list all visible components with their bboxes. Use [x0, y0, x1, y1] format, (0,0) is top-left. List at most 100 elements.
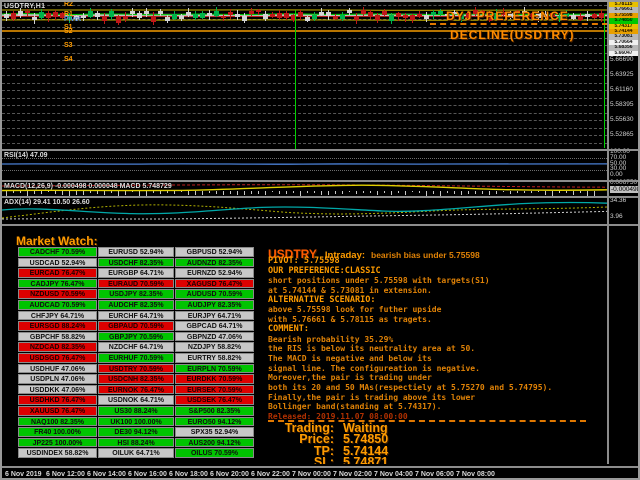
market-watch-cell[interactable]: GBPNZD 47.06%	[175, 331, 254, 342]
market-watch-cell[interactable]: US30 88.24%	[98, 405, 174, 416]
annotation-title: DYJ PREFERENCE	[446, 9, 569, 23]
candle-body	[312, 15, 317, 19]
price-axis[interactable]: 5.78115 5.76661 5.75598 5.74850 5.74317 5.741…	[609, 2, 638, 464]
market-watch-cell[interactable]: AUS200 94.12%	[175, 437, 254, 448]
market-watch-cell[interactable]: OILUK 64.71%	[98, 448, 174, 458]
market-watch-cell[interactable]: AUDUSD 70.59%	[175, 289, 254, 299]
macd-label: MACD(12,26,9) -0.000498 0.000048 MACD 5.…	[4, 183, 172, 190]
market-watch-cell[interactable]: EURDKK 70.59%	[175, 374, 254, 384]
market-watch-cell[interactable]: EURAUD 70.59%	[98, 278, 174, 289]
rsi-scale-label: 0.00	[610, 170, 623, 178]
market-watch-cell[interactable]: EURHUF 70.59%	[98, 352, 174, 363]
adx-panel[interactable]: ADX(14) 29.41 10.50 26.60	[2, 198, 607, 224]
market-watch-cell[interactable]: AUDNZD 82.35%	[175, 257, 254, 268]
market-watch-cell[interactable]: EURNOK 76.47%	[98, 384, 174, 395]
candle-body	[403, 15, 408, 18]
rsi-panel[interactable]: RSI(14) 47.09	[2, 151, 607, 180]
market-watch-cell[interactable]: GBPUSD 52.94%	[175, 247, 254, 257]
market-watch-cell[interactable]: USDDKK 47.06%	[18, 384, 97, 395]
market-watch-cell[interactable]: XAUUSD 76.47%	[18, 405, 97, 416]
market-watch-cell[interactable]: USDINDEX 58.82%	[18, 448, 97, 458]
commentary-lines: PIVOT: 5.75598 OUR PREFERENCE:CLASSIC shor…	[268, 256, 603, 422]
candle-body	[354, 16, 359, 20]
pivot-label-pivot: Pivot	[64, 16, 82, 23]
market-watch-cell[interactable]: EURO50 94.12%	[175, 416, 254, 427]
market-watch-cell[interactable]: EURCAD 76.47%	[18, 268, 97, 278]
market-watch-cell[interactable]: USDCNH 82.35%	[98, 374, 174, 384]
market-watch-cell[interactable]: EURUSD 52.94%	[98, 247, 174, 257]
market-watch-cell[interactable]: USDHUF 47.06%	[18, 363, 97, 374]
market-watch-cell[interactable]: NZDCAD 82.35%	[18, 342, 97, 352]
pivot-label-s4: S4	[64, 56, 73, 63]
market-watch-cell[interactable]: CHFJPY 64.71%	[18, 310, 97, 321]
candle-body	[25, 11, 30, 13]
candle-body	[347, 10, 352, 13]
price-scale-label: 5.61160	[610, 86, 634, 93]
price-scale-label: 5.58395	[610, 101, 634, 108]
price-scale-label: 5.66690	[610, 56, 634, 63]
market-watch-cell[interactable]: SPX35 52.94%	[175, 427, 254, 437]
market-watch-cell[interactable]: USDHKD 76.47%	[18, 395, 97, 405]
market-watch-cell[interactable]: GBPAUD 70.59%	[98, 321, 174, 331]
market-watch-cell[interactable]: GBPJPY 70.59%	[98, 331, 174, 342]
candle-body	[46, 13, 51, 18]
commentary-line: COMMENT:	[268, 323, 309, 334]
candle-body	[298, 12, 303, 16]
market-watch-cell[interactable]: AUDCAD 70.59%	[18, 299, 97, 310]
macd-panel[interactable]: MACD(12,26,9) -0.000498 0.000048 MACD 5.…	[2, 182, 607, 196]
commentary-line: Bearish probability 35.29%	[268, 334, 394, 344]
rsi-line	[2, 163, 607, 165]
market-watch-cell[interactable]: CADCHF 70.59%	[18, 247, 97, 257]
candle-body	[81, 16, 86, 18]
market-watch-cell[interactable]: DE30 94.12%	[98, 427, 174, 437]
candle-body	[305, 17, 310, 21]
market-watch-cell[interactable]: NZDJPY 58.82%	[175, 342, 254, 352]
market-watch-cell[interactable]: CADJPY 76.47%	[18, 278, 97, 289]
market-watch-cell[interactable]: NZDUSD 70.59%	[18, 289, 97, 299]
price-chart-canvas[interactable]: R2 R1 Pivot S1 S2 S3 S4 USDTRY,H1 DYJ PREFEREN…	[2, 2, 607, 149]
market-watch-cell[interactable]: EURSEK 70.59%	[175, 384, 254, 395]
market-watch-cell[interactable]: EURSGD 88.24%	[18, 321, 97, 331]
market-watch-cell[interactable]: NAQ100 82.35%	[18, 416, 97, 427]
market-watch-cell[interactable]: JP225 100.00%	[18, 437, 97, 448]
market-watch-cell[interactable]: EURTRY 58.82%	[175, 352, 254, 363]
market-watch-cell[interactable]: NZDCHF 64.71%	[98, 342, 174, 352]
market-watch-cell[interactable]: EURGBP 64.71%	[98, 268, 174, 278]
market-watch-cell[interactable]: S&P500 82.35%	[175, 405, 254, 416]
commentary-line: short positions under 5.75598 with targe…	[268, 276, 490, 286]
market-watch-cell[interactable]: AUDJPY 82.35%	[175, 299, 254, 310]
market-watch-cell[interactable]: EURPLN 70.59%	[175, 363, 254, 374]
market-watch-cell[interactable]: USDSEK 76.47%	[175, 395, 254, 405]
current-bar-vline	[604, 14, 605, 148]
candle-body	[571, 15, 576, 19]
market-watch-cell[interactable]: USDPLN 47.06%	[18, 374, 97, 384]
trading-row-value: 5.74871	[343, 455, 389, 464]
trading-status-block: Trading: Waiting Price: 5.74850 TP: 5.74144 SL…	[270, 422, 389, 464]
market-watch-cell[interactable]: FR40 100.00%	[18, 427, 97, 437]
trading-row: SL: 5.74871	[270, 456, 388, 464]
market-watch-cell[interactable]: USDSGD 76.47%	[18, 352, 97, 363]
candle-body	[193, 14, 198, 18]
time-axis[interactable]: 6 Nov 2019 6 Nov 12:00 6 Nov 14:00 6 Nov 16…	[2, 466, 638, 478]
market-watch-cell[interactable]: EURCHF 64.71%	[98, 310, 174, 321]
market-watch-cell[interactable]: GBPCAD 64.71%	[175, 321, 254, 331]
time-axis-label: 6 Nov 18:00	[169, 471, 208, 478]
market-watch-cell[interactable]: EURNZD 52.94%	[175, 268, 254, 278]
candle-body	[207, 13, 212, 16]
time-axis-label: 7 Nov 02:00	[333, 471, 372, 478]
market-watch-cell[interactable]: USDJPY 82.35%	[98, 289, 174, 299]
market-watch-cell[interactable]: USDTRY 70.59%	[98, 363, 174, 374]
market-watch-cell[interactable]: USDCHF 82.35%	[98, 257, 174, 268]
market-watch-cell[interactable]: XAGUSD 76.47%	[175, 278, 254, 289]
candle-body	[592, 14, 597, 18]
candle-body	[109, 11, 114, 17]
market-watch-cell[interactable]: EURJPY 64.71%	[175, 310, 254, 321]
market-watch-cell[interactable]: GBPCHF 58.82%	[18, 331, 97, 342]
market-watch-cell[interactable]: UK100 100.00%	[98, 416, 174, 427]
commentary-line: OUR PREFERENCE:CLASSIC	[268, 265, 381, 276]
market-watch-cell[interactable]: USDNOK 64.71%	[98, 395, 174, 405]
market-watch-cell[interactable]: HSI 88.24%	[98, 437, 174, 448]
market-watch-cell[interactable]: OILUS 70.59%	[175, 448, 254, 458]
market-watch-cell[interactable]: USDCAD 52.94%	[18, 257, 97, 268]
market-watch-cell[interactable]: AUDCHF 82.35%	[98, 299, 174, 310]
